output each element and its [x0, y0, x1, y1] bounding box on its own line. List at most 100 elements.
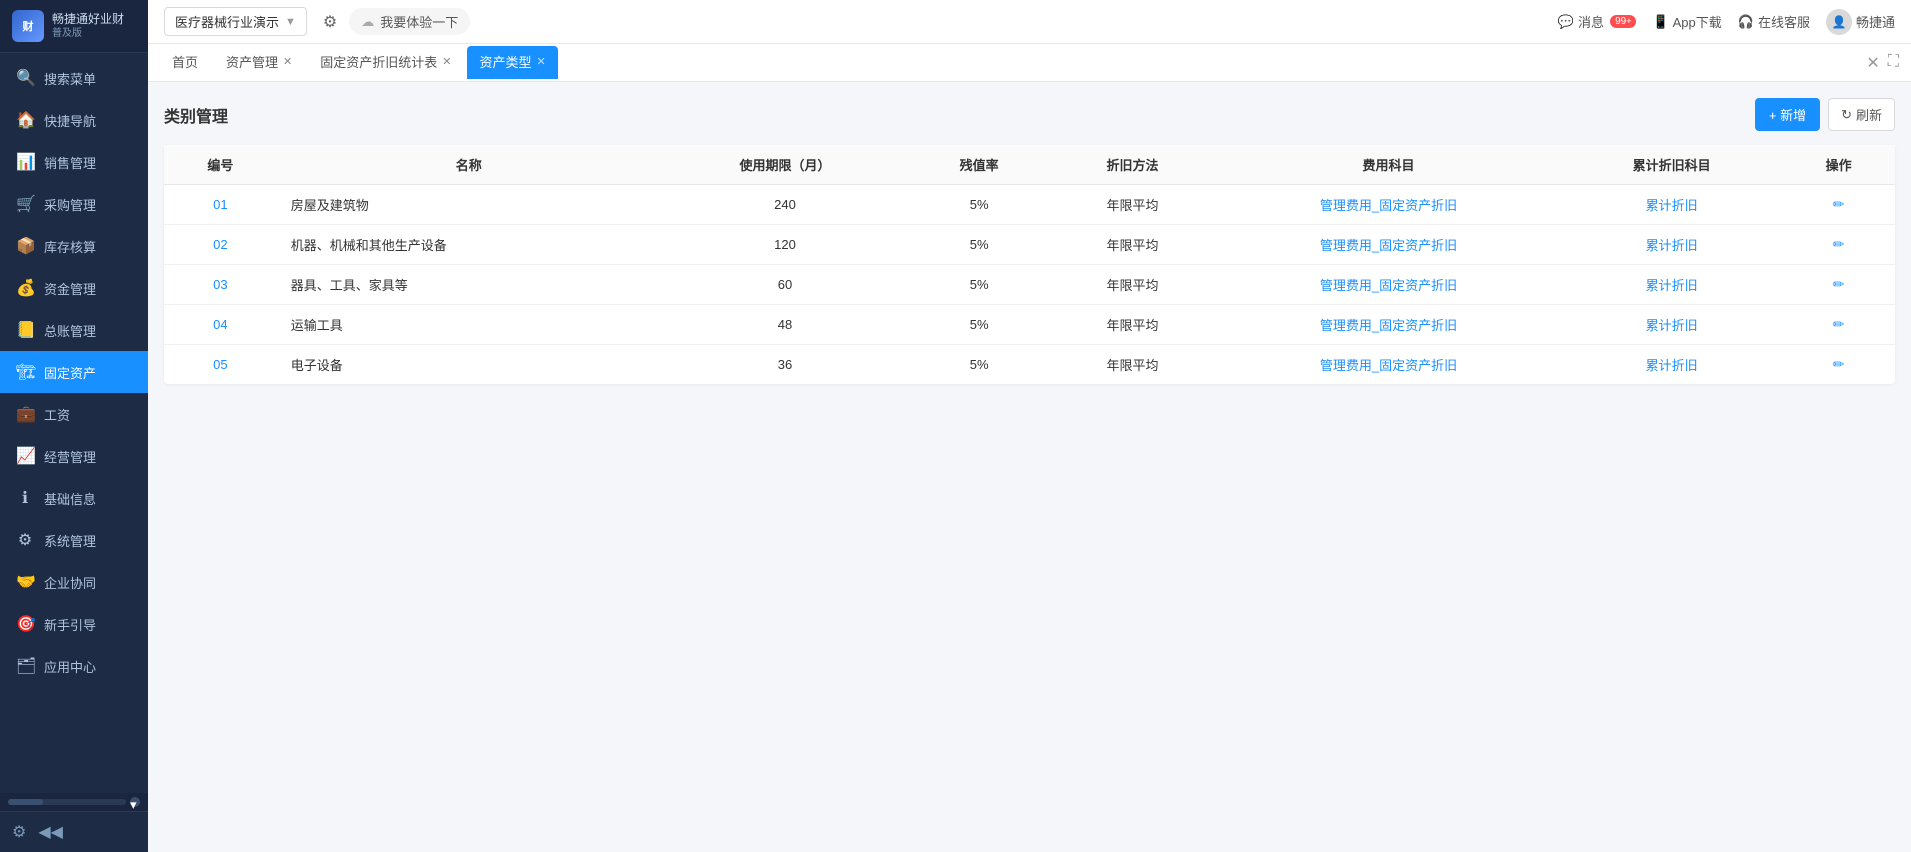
cell-expense: 管理费用_固定资产折旧 — [1216, 265, 1561, 305]
table-col-header: 操作 — [1782, 145, 1895, 185]
cell-name: 机器、机械和其他生产设备 — [277, 225, 661, 265]
notifications-btn[interactable]: 💬 消息 99+ — [1558, 12, 1637, 31]
payroll-icon: 💼 — [16, 404, 34, 424]
tab-asset-mgmt[interactable]: 资产管理 ✕ — [214, 46, 304, 79]
edit-icon[interactable]: ✏ — [1833, 316, 1845, 332]
cloud-icon: ☁ — [361, 14, 374, 30]
sidebar-item-label: 新手引导 — [44, 615, 96, 634]
online-service-btn[interactable]: 🎧 在线客服 — [1738, 12, 1810, 31]
close-tab-asset-mgmt[interactable]: ✕ — [283, 55, 292, 68]
sidebar-item-general-ledger[interactable]: 📒 总账管理 — [0, 309, 148, 351]
cell-action: ✏ — [1782, 185, 1895, 225]
sidebar-item-label: 企业协同 — [44, 573, 96, 592]
sidebar-item-basic-info[interactable]: ℹ基础信息 — [0, 477, 148, 519]
edit-icon[interactable]: ✏ — [1833, 236, 1845, 252]
cell-method: 年限平均 — [1049, 345, 1216, 385]
topbar-right: 💬 消息 99+ 📱 App下载 🎧 在线客服 👤 畅捷通 — [1558, 9, 1895, 35]
expand-icon[interactable]: ⛶ — [1888, 53, 1899, 73]
sidebar-item-inventory[interactable]: 📦库存核算 — [0, 225, 148, 267]
refresh-button[interactable]: ↻ 刷新 — [1828, 98, 1895, 131]
cell-code: 03 — [164, 265, 277, 305]
cell-residual: 5% — [909, 265, 1049, 305]
sidebar: 财 畅捷通好业财 普及版 🔍搜索菜单🏠快捷导航📊销售管理🛒采购管理📦库存核算💰资… — [0, 0, 148, 852]
table-row: 03 器具、工具、家具等 60 5% 年限平均 管理费用_固定资产折旧 累计折旧… — [164, 265, 1895, 305]
gear-icon[interactable]: ⚙ — [323, 12, 337, 32]
cell-method: 年限平均 — [1049, 265, 1216, 305]
logo-icon: 财 — [12, 10, 44, 42]
page-header: 类别管理 + 新增 ↻ 刷新 — [164, 98, 1895, 131]
collapse-icon[interactable]: ◀◀ — [38, 822, 63, 842]
sidebar-item-label: 系统管理 — [44, 531, 96, 550]
sidebar-item-guide[interactable]: 🎯新手引导 — [0, 603, 148, 645]
table-row: 02 机器、机械和其他生产设备 120 5% 年限平均 管理费用_固定资产折旧 … — [164, 225, 1895, 265]
table-row: 05 电子设备 36 5% 年限平均 管理费用_固定资产折旧 累计折旧 ✏ — [164, 345, 1895, 385]
sidebar-item-search[interactable]: 🔍搜索菜单 — [0, 57, 148, 99]
sidebar-item-sales[interactable]: 📊销售管理 — [0, 141, 148, 183]
sidebar-item-label: 采购管理 — [44, 195, 96, 214]
tab-depreciation-table[interactable]: 固定资产折旧统计表 ✕ — [308, 46, 463, 79]
sidebar-item-label: 总账管理 — [44, 321, 96, 340]
cell-acc: 累计折旧 — [1561, 345, 1782, 385]
experience-btn[interactable]: ☁ 我要体验一下 — [349, 8, 470, 35]
cell-months: 60 — [661, 265, 909, 305]
refresh-icon: ↻ — [1841, 107, 1852, 123]
headset-icon: 🎧 — [1738, 14, 1754, 30]
sidebar-item-system[interactable]: ⚙ 系统管理 — [0, 519, 148, 561]
general-ledger-icon: 📒 — [16, 320, 34, 340]
enterprise-icon: 🤝 — [16, 572, 34, 592]
app-name: 畅捷通好业财 普及版 — [52, 12, 124, 41]
cell-method: 年限平均 — [1049, 225, 1216, 265]
cell-code: 04 — [164, 305, 277, 345]
close-tab-asset-type[interactable]: ✕ — [537, 55, 546, 68]
app-download-btn[interactable]: 📱 App下载 — [1652, 12, 1721, 31]
cell-code: 05 — [164, 345, 277, 385]
cell-method: 年限平均 — [1049, 185, 1216, 225]
close-tab-depreciation[interactable]: ✕ — [442, 55, 451, 68]
table-col-header: 累计折旧科目 — [1561, 145, 1782, 185]
chevron-down-icon: ▼ — [285, 16, 296, 28]
sidebar-item-fixed-assets[interactable]: 🏗 固定资产 — [0, 351, 148, 393]
sidebar-item-label: 基础信息 — [44, 489, 96, 508]
system-icon: ⚙ — [16, 530, 34, 550]
sidebar-item-purchase[interactable]: 🛒采购管理 — [0, 183, 148, 225]
edit-icon[interactable]: ✏ — [1833, 356, 1845, 372]
cell-expense: 管理费用_固定资产折旧 — [1216, 305, 1561, 345]
tab-home[interactable]: 首页 — [160, 46, 210, 79]
edit-icon[interactable]: ✏ — [1833, 196, 1845, 212]
sidebar-item-finance[interactable]: 💰资金管理 — [0, 267, 148, 309]
sidebar-item-label: 销售管理 — [44, 153, 96, 172]
cell-code: 01 — [164, 185, 277, 225]
cell-acc: 累计折旧 — [1561, 185, 1782, 225]
page-title: 类别管理 — [164, 103, 228, 127]
new-button[interactable]: + 新增 — [1755, 98, 1820, 131]
sidebar-item-label: 固定资产 — [44, 363, 96, 382]
bell-icon: 💬 — [1558, 14, 1574, 30]
fixed-assets-icon: 🏗 — [16, 362, 34, 382]
sidebar-item-quick-nav[interactable]: 🏠快捷导航 — [0, 99, 148, 141]
demo-selector[interactable]: 医疗器械行业演示 ▼ — [164, 7, 307, 36]
cell-method: 年限平均 — [1049, 305, 1216, 345]
cell-months: 240 — [661, 185, 909, 225]
sidebar-item-enterprise[interactable]: 🤝 企业协同 — [0, 561, 148, 603]
table-col-header: 残值率 — [909, 145, 1049, 185]
cell-months: 36 — [661, 345, 909, 385]
sidebar-item-operations[interactable]: 📈经营管理 — [0, 435, 148, 477]
cell-name: 器具、工具、家具等 — [277, 265, 661, 305]
page-actions: + 新增 ↻ 刷新 — [1755, 98, 1895, 131]
main-content: 医疗器械行业演示 ▼ ⚙ ☁ 我要体验一下 💬 消息 99+ 📱 App下载 🎧… — [148, 0, 1911, 852]
tab-asset-type[interactable]: 资产类型 ✕ — [467, 46, 557, 79]
topbar: 医疗器械行业演示 ▼ ⚙ ☁ 我要体验一下 💬 消息 99+ 📱 App下载 🎧… — [148, 0, 1911, 44]
table-col-header: 使用期限（月） — [661, 145, 909, 185]
search-icon: 🔍 — [16, 68, 34, 88]
sidebar-item-label: 工资 — [44, 405, 70, 424]
edit-icon[interactable]: ✏ — [1833, 276, 1845, 292]
scroll-down[interactable]: ▾ — [130, 797, 140, 807]
user-menu[interactable]: 👤 畅捷通 — [1826, 9, 1895, 35]
close-all-tabs-icon[interactable]: ✕ — [1866, 53, 1879, 73]
sidebar-item-app-center[interactable]: 🗂应用中心 — [0, 645, 148, 687]
category-table: 编号名称使用期限（月）残值率折旧方法费用科目累计折旧科目操作 01 房屋及建筑物… — [164, 145, 1895, 384]
settings-icon[interactable]: ⚙ — [12, 822, 26, 842]
finance-icon: 💰 — [16, 278, 34, 298]
app-center-icon: 🗂 — [16, 656, 34, 676]
sidebar-item-payroll[interactable]: 💼 工资 — [0, 393, 148, 435]
